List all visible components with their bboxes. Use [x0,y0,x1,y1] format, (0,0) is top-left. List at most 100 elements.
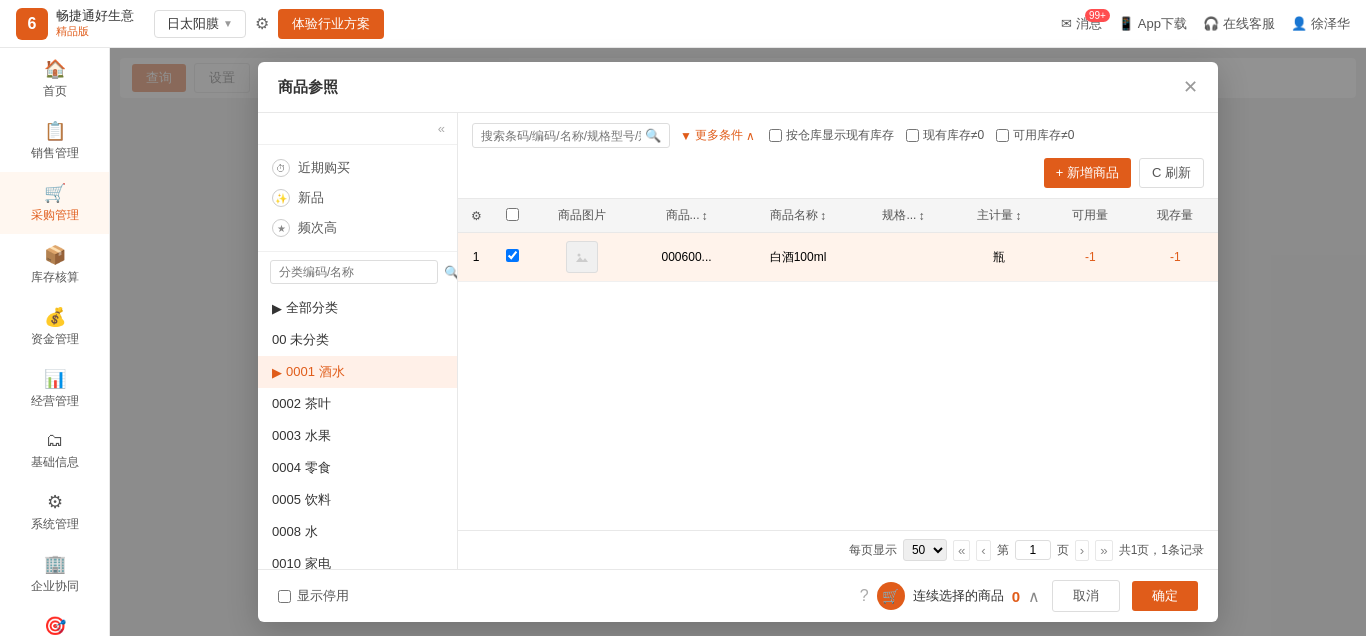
quick-link-new[interactable]: ✨ 新品 [258,183,457,213]
quick-link-frequent[interactable]: ★ 频次高 [258,213,457,243]
sidebar-item-finance[interactable]: 💰 资金管理 [0,296,109,358]
frequent-icon: ★ [272,219,290,237]
gear-button[interactable]: ⚙ [246,8,278,40]
checkbox-available-ne-input[interactable] [996,129,1009,142]
svg-rect-0 [572,247,592,267]
row-available: -1 [1048,233,1133,282]
sidebar-item-purchase[interactable]: 🛒 采购管理 [0,172,109,234]
category-item-00[interactable]: 00 未分类 [258,324,457,356]
category-00-label: 00 未分类 [272,331,329,349]
brand-sub: 精品版 [56,24,134,39]
category-search-area: 🔍 [258,252,457,292]
show-disabled-label[interactable]: 显示停用 [278,587,349,605]
product-table: ⚙ 商品图片 商品... ↕ 商品名称 ↕ 规格... ↕ 主计量 ↕ 可用量 [458,199,1218,282]
page-last-button[interactable]: » [1095,540,1112,561]
collapse-left-button[interactable]: « [438,121,445,136]
messages-badge: 99+ [1085,9,1110,22]
row-code: 000600... [633,233,739,282]
refresh-button[interactable]: C 刷新 [1139,158,1204,188]
quick-link-recent[interactable]: ⏱ 近期购买 [258,153,457,183]
category-item-0010[interactable]: 0010 家电 [258,548,457,569]
user-profile[interactable]: 👤 徐泽华 [1291,15,1350,33]
col-available-sort[interactable]: 可用量 [1072,207,1108,224]
customer-service-button[interactable]: 🎧 在线客服 [1203,15,1275,33]
table-row[interactable]: 1 [458,233,1218,282]
sidebar-label-operation: 经营管理 [31,393,79,410]
category-item-0004[interactable]: 0004 零食 [258,452,457,484]
modal-toolbar-right: + 新增商品 C 刷新 [1044,158,1204,188]
category-item-0002[interactable]: 0002 茶叶 [258,388,457,420]
confirm-button[interactable]: 确定 [1132,581,1198,611]
modal-overlay: 商品参照 ✕ « ⏱ 近期购买 [110,48,1366,636]
messages-button[interactable]: ✉ 消息 99+ [1061,15,1102,33]
sidebar-item-basic[interactable]: 🗂 基础信息 [0,420,109,481]
page-number-input[interactable] [1015,540,1051,560]
store-dropdown-icon: ▼ [223,18,233,29]
pagination: 每页显示 50 « ‹ 第 页 › » 共1页，1条记录 [458,530,1218,569]
page-label: 第 [997,542,1009,559]
sidebar-item-system[interactable]: ⚙ 系统管理 [0,481,109,543]
sidebar-label-enterprise: 企业协同 [31,578,79,595]
home-icon: 🏠 [44,58,66,80]
sidebar-item-sales[interactable]: 📋 销售管理 [0,110,109,172]
category-item-0001[interactable]: ▶ 0001 酒水 [258,356,457,388]
quick-link-new-label: 新品 [298,189,324,207]
category-item-0008[interactable]: 0008 水 [258,516,457,548]
col-code-sort[interactable]: 商品... ↕ [666,207,708,224]
operation-icon: 📊 [44,368,66,390]
category-item-all[interactable]: ▶ 全部分类 [258,292,457,324]
sidebar-item-operation[interactable]: 📊 经营管理 [0,358,109,420]
row-checkbox[interactable] [506,249,519,262]
checkbox-stock-ne-input[interactable] [906,129,919,142]
col-available: 可用量 [1048,199,1133,233]
category-item-0003[interactable]: 0003 水果 [258,420,457,452]
headset-icon: 🎧 [1203,16,1219,31]
sidebar-label-basic: 基础信息 [31,454,79,471]
store-selector[interactable]: 日太阳膜 ▼ [154,10,246,38]
checkbox-available-ne[interactable]: 可用库存≠0 [996,127,1074,144]
help-icon[interactable]: ? [860,587,869,605]
product-search-input[interactable] [481,129,641,143]
footer-collapse-button[interactable]: ∧ [1028,587,1040,606]
experience-button[interactable]: 体验行业方案 [278,9,384,39]
category-search-icon[interactable]: 🔍 [444,265,458,280]
per-page-select[interactable]: 50 [903,539,947,561]
page-next-button[interactable]: › [1075,540,1089,561]
product-search-icon[interactable]: 🔍 [645,128,661,143]
quick-links: ⏱ 近期购买 ✨ 新品 ★ 频次高 [258,145,457,252]
category-item-0005[interactable]: 0005 饮料 [258,484,457,516]
app-download-button[interactable]: 📱 App下载 [1118,15,1187,33]
col-settings[interactable]: ⚙ [458,199,494,233]
checkbox-warehouse-label: 按仓库显示现有库存 [786,127,894,144]
col-image-sort[interactable]: 商品图片 [558,207,606,224]
category-list: ▶ 全部分类 00 未分类 ▶ 0001 酒水 0002 茶 [258,292,457,569]
recent-icon: ⏱ [272,159,290,177]
select-all-checkbox[interactable] [506,208,519,221]
category-search-input[interactable] [270,260,438,284]
modal-close-button[interactable]: ✕ [1183,76,1198,98]
col-unit-sort[interactable]: 主计量 ↕ [977,207,1021,224]
cart-button[interactable]: 🛒 [877,582,905,610]
modal-body: « ⏱ 近期购买 ✨ 新品 ★ [258,113,1218,569]
sidebar-item-guide[interactable]: 🎯 新手引导 [0,605,109,636]
add-product-button[interactable]: + 新增商品 [1044,158,1131,188]
show-disabled-text: 显示停用 [297,587,349,605]
category-all-label: 全部分类 [286,299,338,317]
checkbox-warehouse[interactable]: 按仓库显示现有库存 [769,127,894,144]
page-prev-button[interactable]: ‹ [976,540,990,561]
logo-icon: 6 [16,8,48,40]
show-disabled-checkbox[interactable] [278,590,291,603]
col-spec-sort[interactable]: 规格... ↕ [882,207,924,224]
sidebar-item-inventory[interactable]: 📦 库存核算 [0,234,109,296]
cancel-button[interactable]: 取消 [1052,580,1120,612]
logo-area: 6 畅捷通好生意 精品版 [16,8,134,40]
checkbox-warehouse-input[interactable] [769,129,782,142]
page-first-button[interactable]: « [953,540,970,561]
col-checkbox [494,199,530,233]
sidebar-item-home[interactable]: 🏠 首页 [0,48,109,110]
col-name-sort[interactable]: 商品名称 ↕ [770,207,826,224]
checkbox-stock-ne[interactable]: 现有库存≠0 [906,127,984,144]
sidebar-label-home: 首页 [43,83,67,100]
sidebar-item-enterprise[interactable]: 🏢 企业协同 [0,543,109,605]
filter-more-button[interactable]: ▼ 更多条件 ∧ [680,127,755,144]
